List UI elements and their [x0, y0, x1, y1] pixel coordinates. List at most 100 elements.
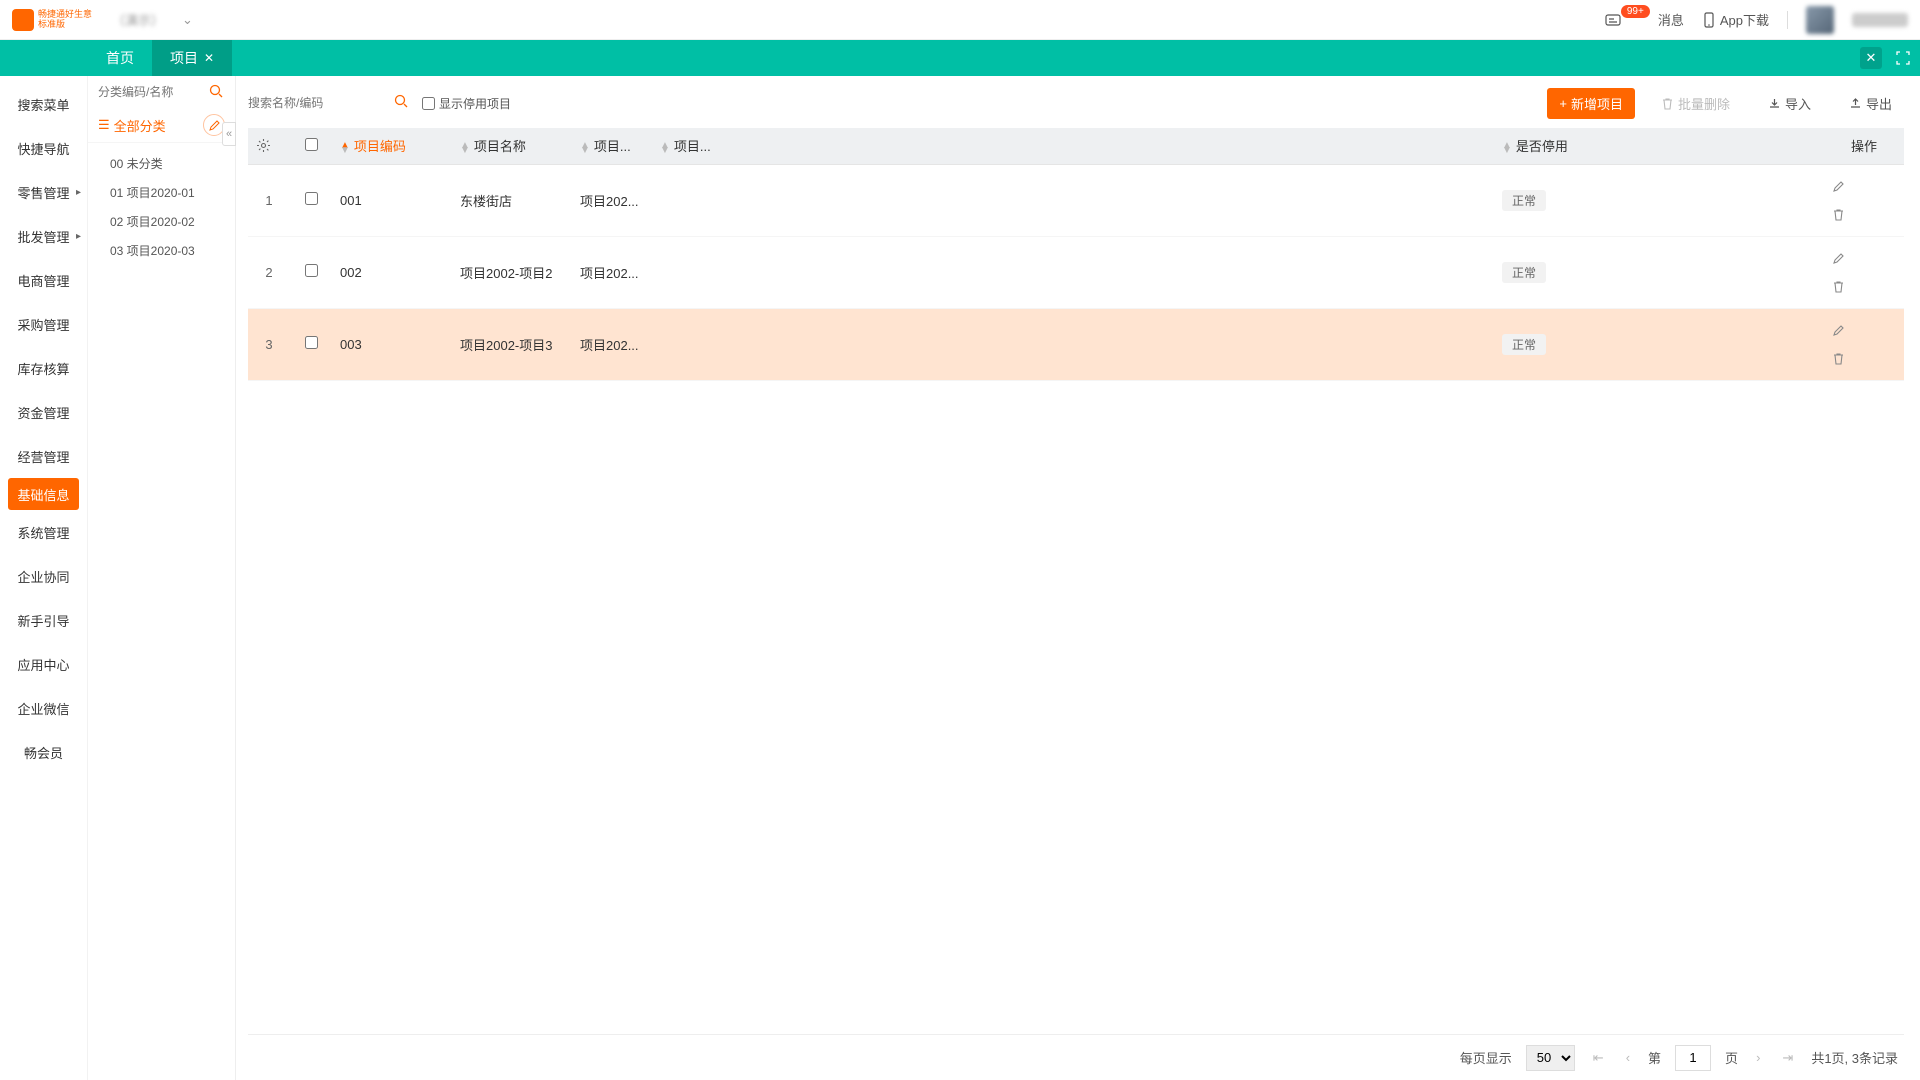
fullscreen-button[interactable]	[1892, 47, 1914, 69]
sidebar-item[interactable]: 基础信息	[8, 478, 79, 510]
table-row[interactable]: 2002项目2002-项目2项目202...正常	[248, 236, 1904, 308]
content-search	[248, 92, 408, 114]
delete-icon[interactable]	[1832, 280, 1896, 293]
row-index: 3	[248, 308, 290, 380]
topbar: 畅捷通好生意 标准版 （演示） ⌄ 99+ 消息 App下载	[0, 0, 1920, 40]
sidebar-item[interactable]: 企业微信	[0, 686, 87, 730]
category-item[interactable]: 01 项目2020-01	[88, 178, 235, 207]
messages-button[interactable]: 99+ 消息	[1605, 10, 1684, 29]
sidebar-item[interactable]: 批发管理▸	[0, 214, 87, 258]
chevron-right-icon: ▸	[76, 187, 81, 198]
col-cat-label: 项目...	[594, 139, 631, 154]
edit-icon[interactable]	[1832, 252, 1896, 265]
last-page-button[interactable]: ⇥	[1778, 1050, 1797, 1066]
export-icon	[1849, 97, 1862, 110]
select-all-header[interactable]	[290, 128, 332, 164]
table-row[interactable]: 1001东楼街店项目202...正常	[248, 164, 1904, 236]
sidebar-item[interactable]: 经营管理	[0, 434, 87, 478]
sidebar-item[interactable]: 畅会员	[0, 730, 87, 774]
category-list: 00 未分类01 项目2020-0102 项目2020-0203 项目2020-…	[88, 143, 235, 271]
category-search-input[interactable]	[98, 85, 225, 100]
sidebar-item[interactable]: 企业协同	[0, 554, 87, 598]
page-prefix: 第	[1648, 1048, 1661, 1067]
sidebar-item[interactable]: 新手引导	[0, 598, 87, 642]
list-icon: ☰	[98, 117, 110, 133]
select-all-checkbox[interactable]	[305, 138, 318, 151]
page-input[interactable]	[1675, 1045, 1711, 1071]
col-cat[interactable]: ▲▼项目...	[572, 128, 652, 164]
category-item[interactable]: 03 项目2020-03	[88, 236, 235, 265]
col-cat2-label: 项目...	[674, 139, 711, 154]
tab-home[interactable]: 首页	[88, 40, 152, 76]
table-row[interactable]: 3003项目2002-项目3项目202...正常	[248, 308, 1904, 380]
delete-icon[interactable]	[1832, 352, 1896, 365]
show-disabled-input[interactable]	[422, 97, 435, 110]
cell-code: 003	[332, 308, 452, 380]
edit-icon[interactable]	[1832, 180, 1896, 193]
sidebar-item[interactable]: 搜索菜单	[0, 82, 87, 126]
row-checkbox-cell	[290, 236, 332, 308]
show-disabled-checkbox[interactable]: 显示停用项目	[422, 95, 511, 112]
status-badge: 正常	[1502, 190, 1546, 211]
col-code[interactable]: ▲▼项目编码	[332, 128, 452, 164]
org-name[interactable]: （演示）	[112, 10, 164, 29]
project-table: ▲▼项目编码 ▲▼项目名称 ▲▼项目... ▲▼项目... ▲▼是否停用 操作 …	[248, 128, 1904, 381]
prev-page-button[interactable]: ‹	[1622, 1050, 1634, 1065]
search-input[interactable]	[248, 92, 408, 114]
message-label: 消息	[1658, 10, 1684, 29]
import-button[interactable]: 导入	[1756, 88, 1823, 119]
category-item[interactable]: 02 项目2020-02	[88, 207, 235, 236]
search-icon[interactable]	[394, 94, 408, 108]
cell-name: 项目2002-项目2	[452, 236, 572, 308]
sidebar-item[interactable]: 零售管理▸	[0, 170, 87, 214]
delete-icon[interactable]	[1832, 208, 1896, 221]
import-icon	[1768, 97, 1781, 110]
tab-close-icon[interactable]: ✕	[204, 51, 214, 65]
avatar[interactable]	[1806, 6, 1834, 34]
cell-cat2	[652, 236, 1494, 308]
brand-logo: 畅捷通好生意 标准版	[12, 9, 100, 31]
app-download-button[interactable]: App下载	[1702, 10, 1769, 29]
sidebar: 搜索菜单快捷导航零售管理▸批发管理▸电商管理采购管理库存核算资金管理经营管理基础…	[0, 76, 88, 1080]
org-chevron-down-icon[interactable]: ⌄	[182, 12, 193, 28]
col-status[interactable]: ▲▼是否停用	[1494, 128, 1824, 164]
edit-icon[interactable]	[1832, 324, 1896, 337]
category-search	[88, 76, 235, 108]
row-checkbox-cell	[290, 164, 332, 236]
col-name[interactable]: ▲▼项目名称	[452, 128, 572, 164]
col-cat2[interactable]: ▲▼项目...	[652, 128, 1494, 164]
row-checkbox[interactable]	[305, 264, 318, 277]
row-checkbox[interactable]	[305, 192, 318, 205]
sidebar-item[interactable]: 库存核算	[0, 346, 87, 390]
collapse-panel-button[interactable]: «	[222, 122, 236, 146]
sidebar-item[interactable]: 应用中心	[0, 642, 87, 686]
cell-cat2	[652, 164, 1494, 236]
chevron-right-icon: ▸	[76, 231, 81, 242]
category-all[interactable]: ☰ 全部分类	[98, 116, 166, 135]
cell-status: 正常	[1494, 236, 1824, 308]
export-label: 导出	[1866, 94, 1892, 113]
tab-project[interactable]: 项目 ✕	[152, 40, 232, 76]
row-checkbox[interactable]	[305, 336, 318, 349]
add-project-button[interactable]: + 新增项目	[1547, 88, 1635, 119]
sidebar-item[interactable]: 快捷导航	[0, 126, 87, 170]
sidebar-item[interactable]: 采购管理	[0, 302, 87, 346]
first-page-button[interactable]: ⇤	[1589, 1050, 1608, 1066]
per-page-select[interactable]: 50	[1526, 1045, 1575, 1071]
sidebar-item[interactable]: 电商管理	[0, 258, 87, 302]
next-page-button[interactable]: ›	[1752, 1050, 1764, 1065]
cell-code: 001	[332, 164, 452, 236]
username[interactable]	[1852, 13, 1908, 27]
divider	[1787, 11, 1788, 29]
close-all-tabs-button[interactable]: ✕	[1860, 47, 1882, 69]
table-settings-header[interactable]	[248, 128, 290, 164]
export-button[interactable]: 导出	[1837, 88, 1904, 119]
category-item[interactable]: 00 未分类	[88, 149, 235, 178]
logo-icon	[12, 9, 34, 31]
sidebar-item[interactable]: 系统管理	[0, 510, 87, 554]
search-icon[interactable]	[209, 84, 223, 98]
sidebar-item[interactable]: 资金管理	[0, 390, 87, 434]
category-header: ☰ 全部分类	[88, 108, 235, 143]
col-code-label: 项目编码	[354, 139, 406, 154]
cell-code: 002	[332, 236, 452, 308]
